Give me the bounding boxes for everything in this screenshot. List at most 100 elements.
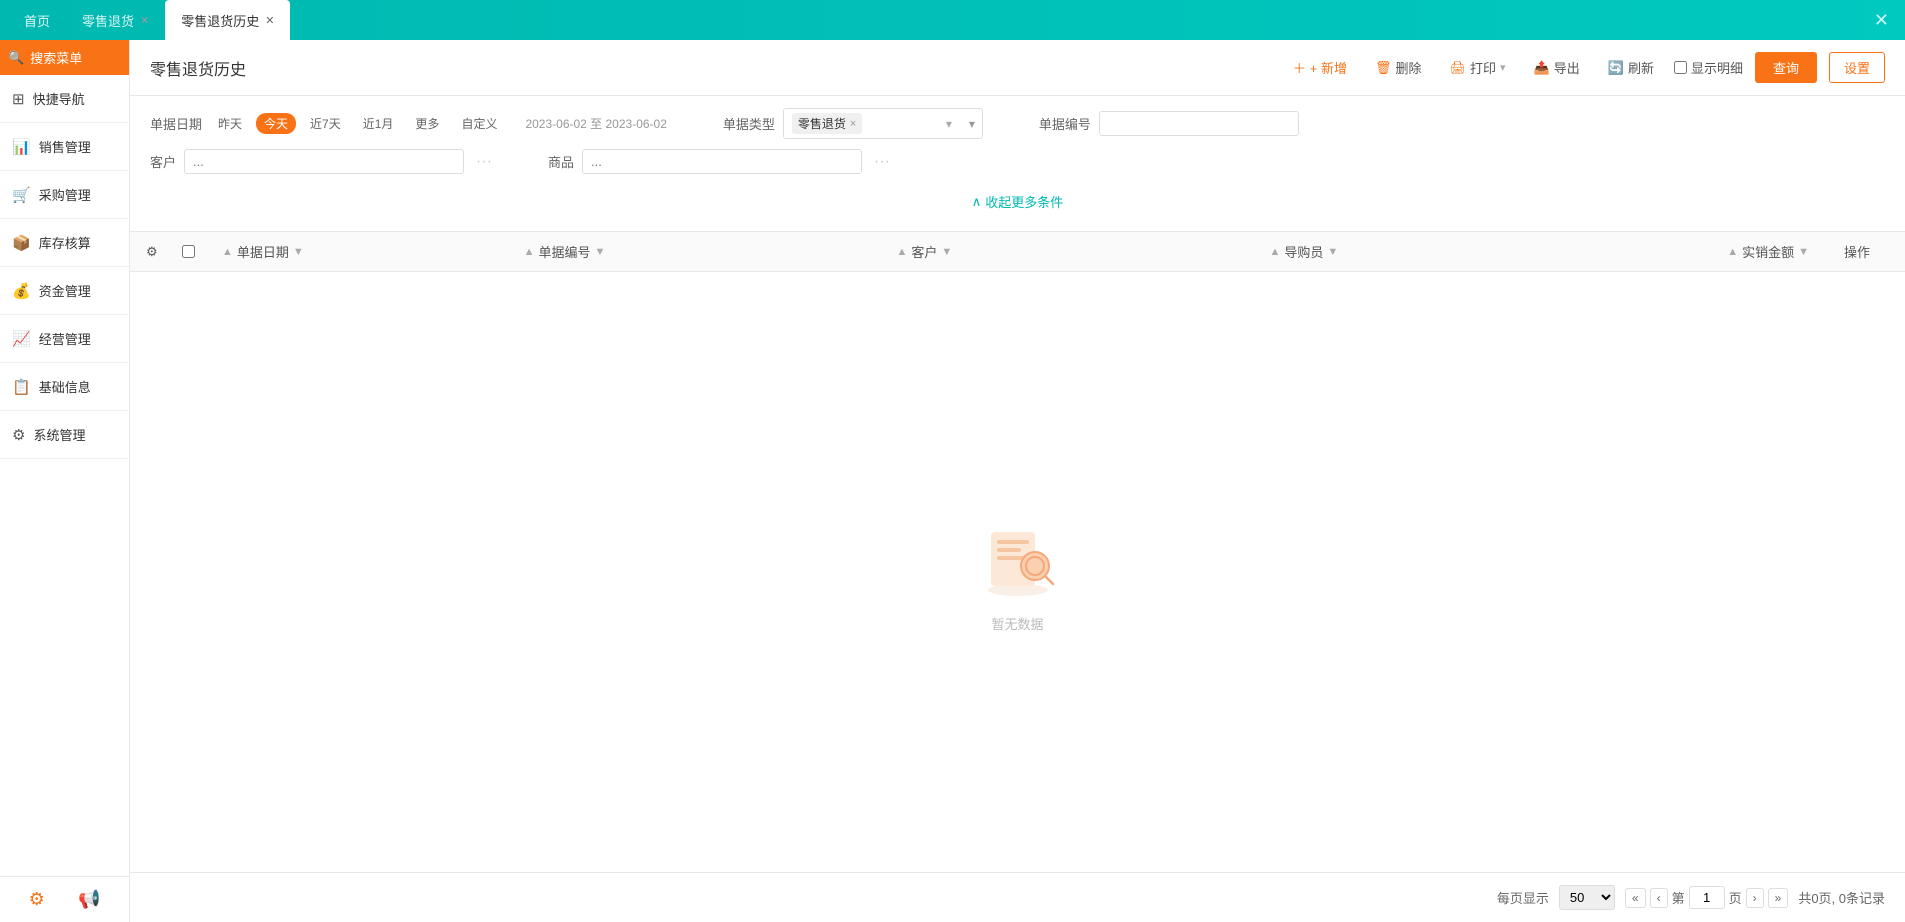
type-filter: 单据类型 零售退货 × ▾ [723, 108, 983, 139]
collapse-icon: ∧ [972, 194, 982, 210]
select-all-checkbox[interactable] [182, 245, 195, 258]
type-select-display[interactable]: 零售退货 × ▾ [783, 108, 983, 139]
collapse-button[interactable]: ∧ 收起更多条件 [972, 192, 1064, 211]
type-filter-label: 单据类型 [723, 114, 775, 133]
table-header: ⚙ ▲ 单据日期 ▼ ▲ 单据编号 ▼ ▲ 客户 ▼ [130, 232, 1905, 272]
tab-retail-return-history[interactable]: 零售退货历史 ✕ [165, 0, 290, 40]
empty-state: 暂无数据 [130, 272, 1905, 872]
th-guide: ▲ 导购员 ▼ [1261, 232, 1563, 271]
export-icon: 📤 [1534, 60, 1550, 76]
sort-down-guide-icon[interactable]: ▼ [1327, 246, 1338, 258]
sidebar-item-inventory[interactable]: 📦 库存核算 [0, 219, 129, 267]
sort-down-date-icon[interactable]: ▼ [293, 246, 304, 258]
sidebar-item-sales[interactable]: 📊 销售管理 [0, 123, 129, 171]
number-input[interactable] [1099, 111, 1299, 136]
close-tab-retail-return-history[interactable]: ✕ [265, 14, 274, 27]
sort-up-guide-icon[interactable]: ▲ [1269, 246, 1280, 258]
settings-bottom-icon[interactable]: ⚙ [29, 889, 45, 910]
sidebar-bottom: ⚙ 📢 [0, 876, 129, 922]
tab-retail-return[interactable]: 零售退货 ✕ [66, 0, 165, 40]
window-close-icon[interactable]: ✕ [1874, 10, 1889, 31]
sort-up-no-icon[interactable]: ▲ [524, 246, 535, 258]
query-button[interactable]: 查询 [1755, 52, 1817, 83]
show-detail-checkbox[interactable] [1674, 61, 1687, 74]
box-icon: 📦 [12, 234, 31, 252]
add-button[interactable]: ＋ + 新增 [1285, 54, 1355, 81]
type-dropdown-icon: ▾ [946, 117, 952, 131]
type-tag: 零售退货 × [792, 113, 862, 134]
date-btn-yesterday[interactable]: 昨天 [210, 113, 250, 134]
prev-page-button[interactable]: ‹ [1650, 888, 1668, 908]
per-page-label: 每页显示 [1497, 888, 1549, 907]
main-content: 零售退货历史 ＋ + 新增 🗑 删除 🖨 打印 ▾ 📤 导出 [130, 40, 1905, 922]
tab-list: 首页 零售退货 ✕ 零售退货历史 ✕ [8, 0, 1874, 40]
sidebar-item-quick-nav[interactable]: ⊞ 快捷导航 [0, 75, 129, 123]
topbar-close[interactable]: ✕ [1874, 10, 1905, 31]
th-date: ▲ 单据日期 ▼ [214, 232, 516, 271]
first-page-button[interactable]: « [1625, 888, 1646, 908]
page-input[interactable] [1689, 886, 1725, 909]
goods-filter: 商品 ··· [548, 149, 890, 174]
per-page-select[interactable]: 20 50 100 [1559, 885, 1615, 910]
system-icon: ⚙ [12, 426, 25, 444]
column-settings-icon[interactable]: ⚙ [146, 244, 158, 260]
sidebar-item-system[interactable]: ⚙ 系统管理 [0, 411, 129, 459]
print-icon: 🖨 [1449, 60, 1466, 76]
sidebar-search[interactable]: 🔍 搜索菜单 [0, 40, 129, 75]
next-page-button[interactable]: › [1746, 888, 1764, 908]
print-dropdown-icon: ▾ [1500, 61, 1506, 74]
info-icon: 📋 [12, 378, 31, 396]
show-detail-toggle[interactable]: 显示明细 [1674, 58, 1743, 77]
tab-home[interactable]: 首页 [8, 0, 66, 40]
th-no: ▲ 单据编号 ▼ [516, 232, 889, 271]
customer-more-icon[interactable]: ··· [476, 153, 492, 171]
date-filter-label: 单据日期 [150, 114, 202, 133]
money-icon: 💰 [12, 282, 31, 300]
page-nav: « ‹ 第 页 › » [1625, 886, 1788, 909]
date-btn-custom[interactable]: 自定义 [453, 113, 505, 134]
customer-filter: 客户 ··· [150, 149, 492, 174]
sort-down-no-icon[interactable]: ▼ [594, 246, 605, 258]
last-page-button[interactable]: » [1768, 888, 1789, 908]
goods-more-icon[interactable]: ··· [874, 153, 890, 171]
delete-icon: 🗑 [1375, 60, 1392, 76]
sort-down-amount-icon[interactable]: ▼ [1798, 246, 1809, 258]
close-tab-retail-return[interactable]: ✕ [140, 14, 149, 27]
export-button[interactable]: 📤 导出 [1526, 54, 1588, 81]
date-btn-more[interactable]: 更多 [407, 113, 447, 134]
date-btn-1month[interactable]: 近1月 [355, 113, 402, 134]
cart-icon: 🛒 [12, 186, 31, 204]
empty-icon [973, 512, 1063, 602]
grid-icon: ⊞ [12, 90, 25, 108]
sort-up-amount-icon[interactable]: ▲ [1727, 246, 1738, 258]
empty-text: 暂无数据 [991, 614, 1043, 633]
sound-bottom-icon[interactable]: 📢 [78, 889, 100, 910]
type-select-wrapper: 零售退货 × ▾ [783, 108, 983, 139]
date-btn-today[interactable]: 今天 [256, 113, 296, 134]
date-btn-7days[interactable]: 近7天 [302, 113, 349, 134]
sidebar-item-finance[interactable]: 💰 资金管理 [0, 267, 129, 315]
type-tag-close[interactable]: × [850, 118, 856, 130]
th-customer: ▲ 客户 ▼ [889, 232, 1262, 271]
page-header: 零售退货历史 ＋ + 新增 🗑 删除 🖨 打印 ▾ 📤 导出 [130, 40, 1905, 96]
print-button[interactable]: 🖨 打印 ▾ [1441, 54, 1513, 81]
page-total: 共0页, 0条记录 [1798, 888, 1885, 907]
delete-button[interactable]: 🗑 删除 [1367, 54, 1430, 81]
sidebar: 🔍 搜索菜单 ⊞ 快捷导航 📊 销售管理 🛒 采购管理 📦 库存核算 💰 资金管… [0, 40, 130, 922]
refresh-button[interactable]: 🔄 刷新 [1600, 54, 1662, 81]
customer-input[interactable] [184, 149, 464, 174]
sort-up-date-icon[interactable]: ▲ [222, 246, 233, 258]
goods-filter-label: 商品 [548, 152, 574, 171]
sort-up-customer-icon[interactable]: ▲ [897, 246, 908, 258]
filter-row-1: 单据日期 昨天 今天 近7天 近1月 更多 自定义 2023-06-02 至 2… [150, 108, 1885, 139]
sidebar-item-basic-info[interactable]: 📋 基础信息 [0, 363, 129, 411]
goods-input[interactable] [582, 149, 862, 174]
sidebar-item-operations[interactable]: 📈 经营管理 [0, 315, 129, 363]
sidebar-item-purchase[interactable]: 🛒 采购管理 [0, 171, 129, 219]
th-settings[interactable]: ⚙ [138, 234, 174, 270]
sort-down-customer-icon[interactable]: ▼ [941, 246, 952, 258]
th-action: 操作 [1817, 232, 1897, 271]
setting-button[interactable]: 设置 [1829, 52, 1885, 83]
date-buttons: 昨天 今天 近7天 近1月 更多 自定义 [210, 113, 505, 134]
toolbar: ＋ + 新增 🗑 删除 🖨 打印 ▾ 📤 导出 🔄 [1285, 52, 1885, 83]
